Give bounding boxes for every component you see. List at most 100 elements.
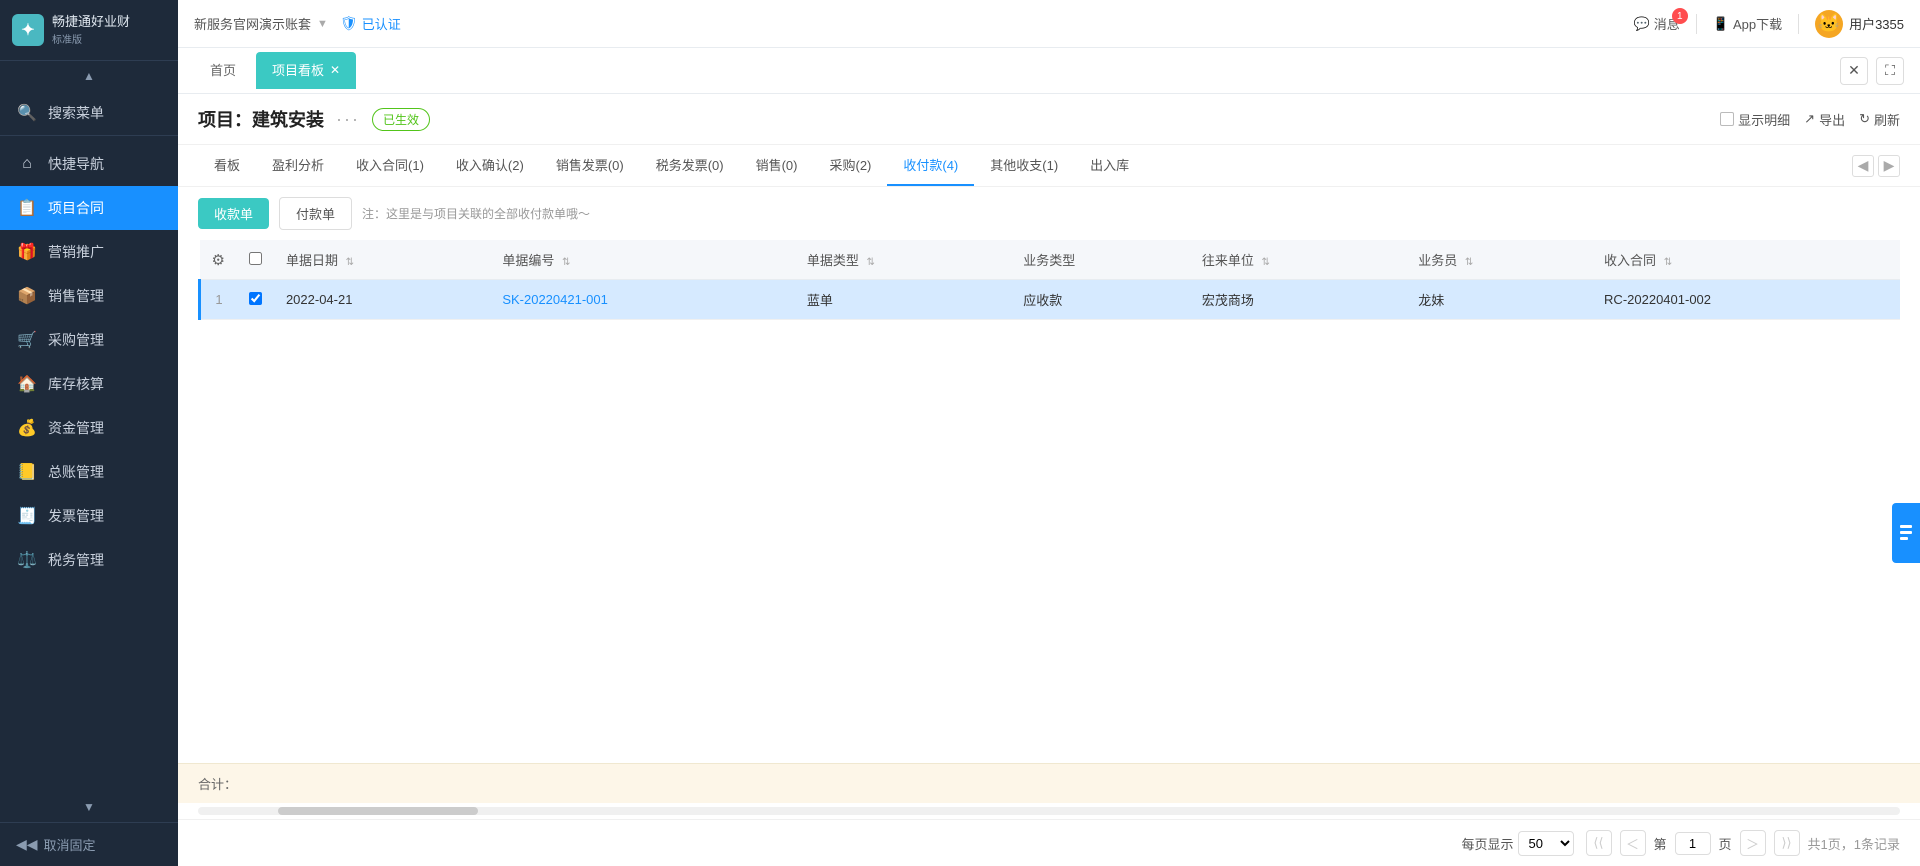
row-income-contract: RC-20220401-002 (1592, 280, 1900, 320)
sub-tab-sales-invoice[interactable]: 销售发票(0) (540, 145, 640, 186)
sort-number-icon[interactable]: ⇅ (562, 257, 570, 268)
sort-contract-icon[interactable]: ⇅ (1664, 257, 1672, 268)
row-biz-type: 应收款 (1011, 280, 1190, 320)
row-salesperson: 龙妹 (1406, 280, 1592, 320)
sub-tab-tax-invoice[interactable]: 税务发票(0) (640, 145, 740, 186)
shield-icon: 🛡 (340, 15, 358, 32)
sort-date-icon[interactable]: ⇅ (346, 257, 354, 268)
scroll-thumb[interactable] (278, 807, 478, 815)
action-bar: 收款单 付款单 注：这里是与项目关联的全部收付款单哦～ (178, 187, 1920, 240)
sort-type-icon[interactable]: ⇅ (866, 257, 874, 268)
scroll-up-arrow[interactable]: ▲ (79, 65, 99, 87)
search-icon: 🔍 (16, 102, 38, 124)
app-download-btn[interactable]: 📱 App下载 (1713, 14, 1782, 33)
show-detail-btn[interactable]: 显示明细 (1720, 110, 1790, 129)
logo-icon: ✦ (12, 14, 44, 46)
sidebar-item-sales[interactable]: 📦 销售管理 (0, 274, 178, 318)
sidebar-logo: ✦ 畅捷通好业财 标准版 (0, 0, 178, 61)
sidebar-scroll-down[interactable]: ▼ (0, 792, 178, 822)
message-icon: 💬 (1634, 16, 1650, 32)
receive-btn[interactable]: 收款单 (198, 198, 269, 229)
sidebar-item-quick-nav[interactable]: ⌂ 快捷导航 (0, 142, 178, 186)
user-info[interactable]: 🐱 用户3355 (1815, 10, 1904, 38)
sidebar-item-tax[interactable]: ⚖️ 税务管理 (0, 538, 178, 582)
th-biz-type: 业务类型 (1011, 240, 1190, 280)
sidebar-item-purchase[interactable]: 🛒 采购管理 (0, 318, 178, 362)
message-btn[interactable]: 💬 消息 1 (1634, 14, 1680, 33)
page-first-btn[interactable]: ⟨⟨ (1586, 830, 1612, 856)
home-icon: ⌂ (16, 153, 38, 175)
sidebar-cancel-pin[interactable]: ◀◀ 取消固定 (0, 822, 178, 866)
sidebar-scroll-up[interactable]: ▲ (0, 61, 178, 91)
top-header: 新服务官网演示账套 ▼ 🛡 已认证 💬 消息 1 📱 App下载 🐱 用 (178, 0, 1920, 48)
project-more-btn[interactable]: ··· (336, 109, 360, 130)
project-label: 项目：建筑安装 (198, 106, 324, 132)
sub-tab-kanban[interactable]: 看板 (198, 145, 256, 186)
float-panel-btn[interactable] (1892, 503, 1920, 563)
verified-badge: 🛡 已认证 (340, 14, 401, 33)
sub-tab-profit[interactable]: 盈利分析 (256, 145, 340, 186)
sort-salesperson-icon[interactable]: ⇅ (1465, 257, 1473, 268)
table-header-row: ⚙ 单据日期 ⇅ 单据编号 ⇅ (200, 240, 1901, 280)
sub-tab-income-confirm[interactable]: 收入确认(2) (440, 145, 540, 186)
header-right: 💬 消息 1 📱 App下载 🐱 用户3355 (1634, 10, 1904, 38)
float-panel-icon (1898, 521, 1914, 545)
page-last-btn[interactable]: ⟩⟩ (1774, 830, 1800, 856)
summary-row: 合计： (178, 763, 1920, 803)
warehouse-icon: 🏠 (16, 373, 38, 395)
tab-panel-controls: ✕ ⛶ (1840, 57, 1904, 85)
sub-tab-sales[interactable]: 销售(0) (740, 145, 814, 186)
sidebar-item-project-contract[interactable]: 📋 项目合同 (0, 186, 178, 230)
th-salesperson: 业务员 ⇅ (1406, 240, 1592, 280)
sidebar-item-fund[interactable]: 💰 资金管理 (0, 406, 178, 450)
ledger-icon: 📒 (16, 461, 38, 483)
scroll-down-arrow[interactable]: ▼ (79, 796, 99, 818)
main-area: 新服务官网演示账套 ▼ 🛡 已认证 💬 消息 1 📱 App下载 🐱 用 (178, 0, 1920, 866)
page-size-dropdown[interactable]: 50 100 200 (1518, 831, 1574, 856)
tab-fullscreen-btn[interactable]: ⛶ (1876, 57, 1904, 85)
page-content: 项目：建筑安装 ··· 已生效 显示明细 ↗ 导出 ↻ 刷新 (178, 94, 1920, 866)
tab-close-btn[interactable]: ✕ (1840, 57, 1868, 85)
sub-tab-income-contract[interactable]: 收入合同(1) (340, 145, 440, 186)
tab-project-board[interactable]: 项目看板 ✕ (256, 52, 356, 89)
page-number-input[interactable] (1675, 832, 1711, 855)
phone-icon: 📱 (1713, 16, 1729, 32)
sub-tab-prev-btn[interactable]: ◀ (1852, 155, 1874, 177)
refresh-btn[interactable]: ↻ 刷新 (1859, 110, 1900, 129)
sub-tab-in-out[interactable]: 出入库 (1074, 145, 1145, 186)
settings-gear-btn[interactable]: ⚙ (212, 251, 225, 269)
pagination-info: 共1页，1条记录 (1808, 834, 1900, 853)
workspace-selector[interactable]: 新服务官网演示账套 ▼ (194, 14, 328, 33)
sub-tab-next-btn[interactable]: ▶ (1878, 155, 1900, 177)
page-prev-btn[interactable]: ＜ (1620, 830, 1646, 856)
sub-tab-receive-pay[interactable]: 收付款(4) (887, 145, 974, 186)
row-partner: 宏茂商场 (1190, 280, 1406, 320)
pin-icon: ◀◀ (16, 836, 38, 853)
tab-close-project-board[interactable]: ✕ (330, 63, 340, 77)
show-detail-checkbox[interactable] (1720, 112, 1734, 126)
row-checkbox[interactable] (249, 292, 262, 305)
sidebar-item-marketing[interactable]: 🎁 营销推广 (0, 230, 178, 274)
scroll-area (178, 803, 1920, 819)
sub-tab-purchase[interactable]: 采购(2) (813, 145, 887, 186)
table-row: 1 2022-04-21 SK-20220421-001 蓝单 应收款 宏茂商场 (200, 280, 1901, 320)
export-btn[interactable]: ↗ 导出 (1804, 110, 1845, 129)
workspace-dropdown-arrow: ▼ (317, 18, 328, 30)
sidebar-item-inventory[interactable]: 🏠 库存核算 (0, 362, 178, 406)
row-number: SK-20220421-001 (490, 280, 795, 320)
sales-icon: 📦 (16, 285, 38, 307)
select-all-checkbox[interactable] (249, 252, 262, 265)
sidebar-item-search[interactable]: 🔍 搜索菜单 (0, 91, 178, 136)
tab-home[interactable]: 首页 (194, 48, 252, 93)
export-icon: ↗ (1804, 111, 1815, 127)
sidebar-item-invoice[interactable]: 🧾 发票管理 (0, 494, 178, 538)
sidebar-item-ledger[interactable]: 📒 总账管理 (0, 450, 178, 494)
page-next-btn[interactable]: ＞ (1740, 830, 1766, 856)
sort-partner-icon[interactable]: ⇅ (1262, 257, 1270, 268)
row-number-link[interactable]: SK-20220421-001 (502, 292, 608, 307)
th-number: 单据编号 ⇅ (490, 240, 795, 280)
pay-btn[interactable]: 付款单 (279, 197, 352, 230)
scroll-track (198, 807, 1900, 815)
refresh-icon: ↻ (1859, 111, 1870, 127)
sub-tab-other-expense[interactable]: 其他收支(1) (974, 145, 1074, 186)
